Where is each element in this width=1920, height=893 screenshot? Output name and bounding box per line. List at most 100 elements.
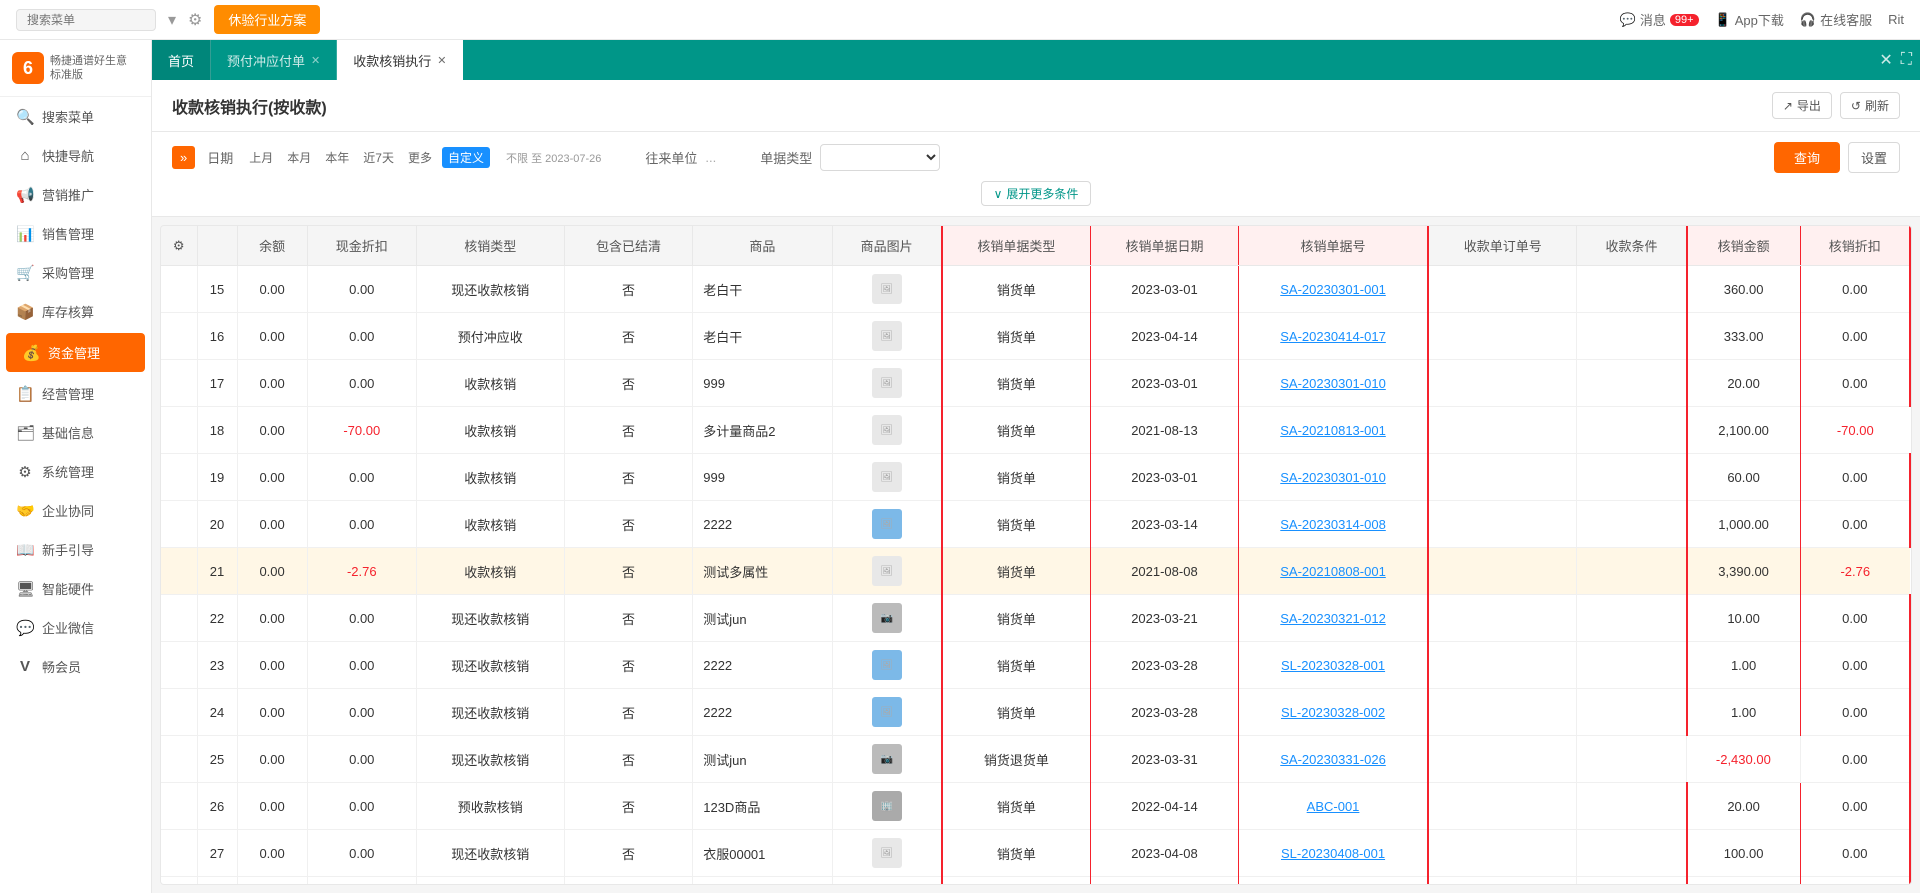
system-icon: ⚙ [16,463,34,481]
date-custom[interactable]: 自定义 [442,147,490,168]
query-button[interactable]: 查询 [1774,142,1840,173]
sidebar-item-sales[interactable]: 📊 销售管理 [0,214,151,253]
sidebar-item-system[interactable]: ⚙ 系统管理 [0,452,151,491]
row-receipt-order-no [1428,266,1577,313]
table-row: 21 0.00 -2.76 收款核销 否 测试多属性 🖼 销货单 2021-08… [161,548,1910,595]
col-receipt-condition: 收款条件 [1577,226,1687,266]
app-download-link[interactable]: 📱 App下载 [1715,10,1784,29]
top-bar-right: 💬 消息99+ 📱 App下载 🎧 在线客服 Rit [1620,10,1904,29]
row-num: 20 [197,501,237,548]
row-bill-no[interactable]: SL-20230418-001 [1238,877,1428,886]
receipt-type-filter: 单据类型 [760,144,940,171]
row-bill-no[interactable]: SA-20230314-008 [1238,501,1428,548]
chevron-down-icon[interactable]: ▾ [168,10,176,30]
row-settings[interactable] [161,642,197,689]
date-this-month[interactable]: 本月 [283,147,315,168]
from-unit-dots[interactable]: ... [705,150,716,165]
tab-receipt-offset[interactable]: 收款核销执行 ✕ [337,40,463,80]
row-goods: 123D商品 [693,783,832,830]
tab-home[interactable]: 首页 [152,40,211,80]
row-settings[interactable] [161,548,197,595]
data-table: ⚙ 余额 现金折扣 核销类型 包含已结清 商品 商品图片 核销单据类型 核销单据… [161,226,1911,885]
home-icon: ⌂ [16,147,34,164]
row-settings[interactable] [161,783,197,830]
export-button[interactable]: ↗ 导出 [1772,92,1832,119]
row-settings[interactable] [161,830,197,877]
row-goods-img: 📷 [832,595,942,642]
row-bill-no[interactable]: SA-20230301-010 [1238,360,1428,407]
gear-icon[interactable]: ⚙ [188,10,202,30]
row-settings[interactable] [161,501,197,548]
goods-image: 🖼 [872,650,902,680]
row-goods: 2222 [693,689,832,736]
row-bill-no[interactable]: SA-20230301-010 [1238,454,1428,501]
close-icon[interactable]: ✕ [1879,50,1892,70]
date-this-year[interactable]: 本年 [321,147,353,168]
row-settings[interactable] [161,689,197,736]
row-settings[interactable] [161,313,197,360]
row-offset-discount: 0.00 [1800,783,1910,830]
row-settings[interactable] [161,877,197,886]
smart-hw-icon: 🖥 [16,580,34,598]
col-settings[interactable]: ⚙ [161,226,197,266]
sidebar-item-finance[interactable]: 💰 资金管理 [6,333,145,372]
from-unit-filter: 往来单位 ... [645,148,716,167]
row-goods-img: 🖼 [832,454,942,501]
sidebar-item-search[interactable]: 🔍 搜索菜单 [0,97,151,136]
row-bill-no[interactable]: SA-20230414-017 [1238,313,1428,360]
row-bill-no[interactable]: SL-20230408-001 [1238,830,1428,877]
date-more[interactable]: 更多 [404,147,436,168]
message-icon[interactable]: 💬 消息99+ [1620,10,1699,29]
row-cash-discount: 0.00 [307,595,416,642]
receipt-type-select[interactable] [820,144,940,171]
tab-receipt-offset-close-icon[interactable]: ✕ [437,54,446,67]
maximize-icon[interactable]: ⛶ [1901,51,1912,69]
sidebar-item-label: 畅会员 [42,657,81,676]
sidebar-item-quick-nav[interactable]: ⌂ 快捷导航 [0,136,151,175]
row-goods-img: 🖼 [832,266,942,313]
sidebar-item-smart-hw[interactable]: 🖥 智能硬件 [0,569,151,608]
settings-button[interactable]: 设置 [1848,142,1900,173]
online-service-link[interactable]: 🎧 在线客服 [1800,10,1872,29]
row-num: 15 [197,266,237,313]
row-settings[interactable] [161,454,197,501]
table-row: 15 0.00 0.00 现还收款核销 否 老白干 🖼 销货单 2023-03-… [161,266,1910,313]
row-num: 16 [197,313,237,360]
row-settings[interactable] [161,736,197,783]
row-balance: 0.00 [237,830,307,877]
sidebar-item-purchase[interactable]: 🛒 采购管理 [0,253,151,292]
tab-receipt-offset-label: 收款核销执行 [353,51,431,70]
row-settings[interactable] [161,266,197,313]
expand-more-button[interactable]: ∨ 展开更多条件 [981,181,1092,206]
row-bill-no[interactable]: SA-20230321-012 [1238,595,1428,642]
filter-expand-button[interactable]: » [172,146,195,169]
row-bill-no[interactable]: SA-20230331-026 [1238,736,1428,783]
row-goods: 老白干 [693,313,832,360]
row-bill-no[interactable]: SA-20210813-001 [1238,407,1428,454]
row-bill-no[interactable]: SA-20210808-001 [1238,548,1428,595]
row-bill-no[interactable]: SL-20230328-002 [1238,689,1428,736]
tab-prepay-close-icon[interactable]: ✕ [311,54,320,67]
sidebar-item-guide[interactable]: 📖 新手引导 [0,530,151,569]
refresh-button[interactable]: ↺ 刷新 [1840,92,1900,119]
sidebar-item-member[interactable]: V 畅会员 [0,647,151,686]
search-input[interactable] [16,9,156,31]
sidebar-item-operations[interactable]: 📋 经营管理 [0,374,151,413]
tab-prepay[interactable]: 预付冲应付单 ✕ [211,40,337,80]
sidebar-item-inventory[interactable]: 📦 库存核算 [0,292,151,331]
row-bill-no[interactable]: SL-20230328-001 [1238,642,1428,689]
date-last-7days[interactable]: 近7天 [359,147,398,168]
row-bill-date: 2023-03-21 [1090,595,1238,642]
sidebar-item-wechat[interactable]: 💬 企业微信 [0,608,151,647]
row-bill-no[interactable]: SA-20230301-001 [1238,266,1428,313]
row-bill-no[interactable]: ABC-001 [1238,783,1428,830]
date-last-month[interactable]: 上月 [245,147,277,168]
row-settings[interactable] [161,595,197,642]
row-settings[interactable] [161,360,197,407]
row-settings[interactable] [161,407,197,454]
sidebar-item-base-info[interactable]: 🗂 基础信息 [0,413,151,452]
row-num: 28 [197,877,237,886]
sidebar-item-enterprise[interactable]: 🤝 企业协同 [0,491,151,530]
sidebar-item-marketing[interactable]: 📢 营销推广 [0,175,151,214]
solution-button[interactable]: 休验行业方案 [214,5,320,34]
